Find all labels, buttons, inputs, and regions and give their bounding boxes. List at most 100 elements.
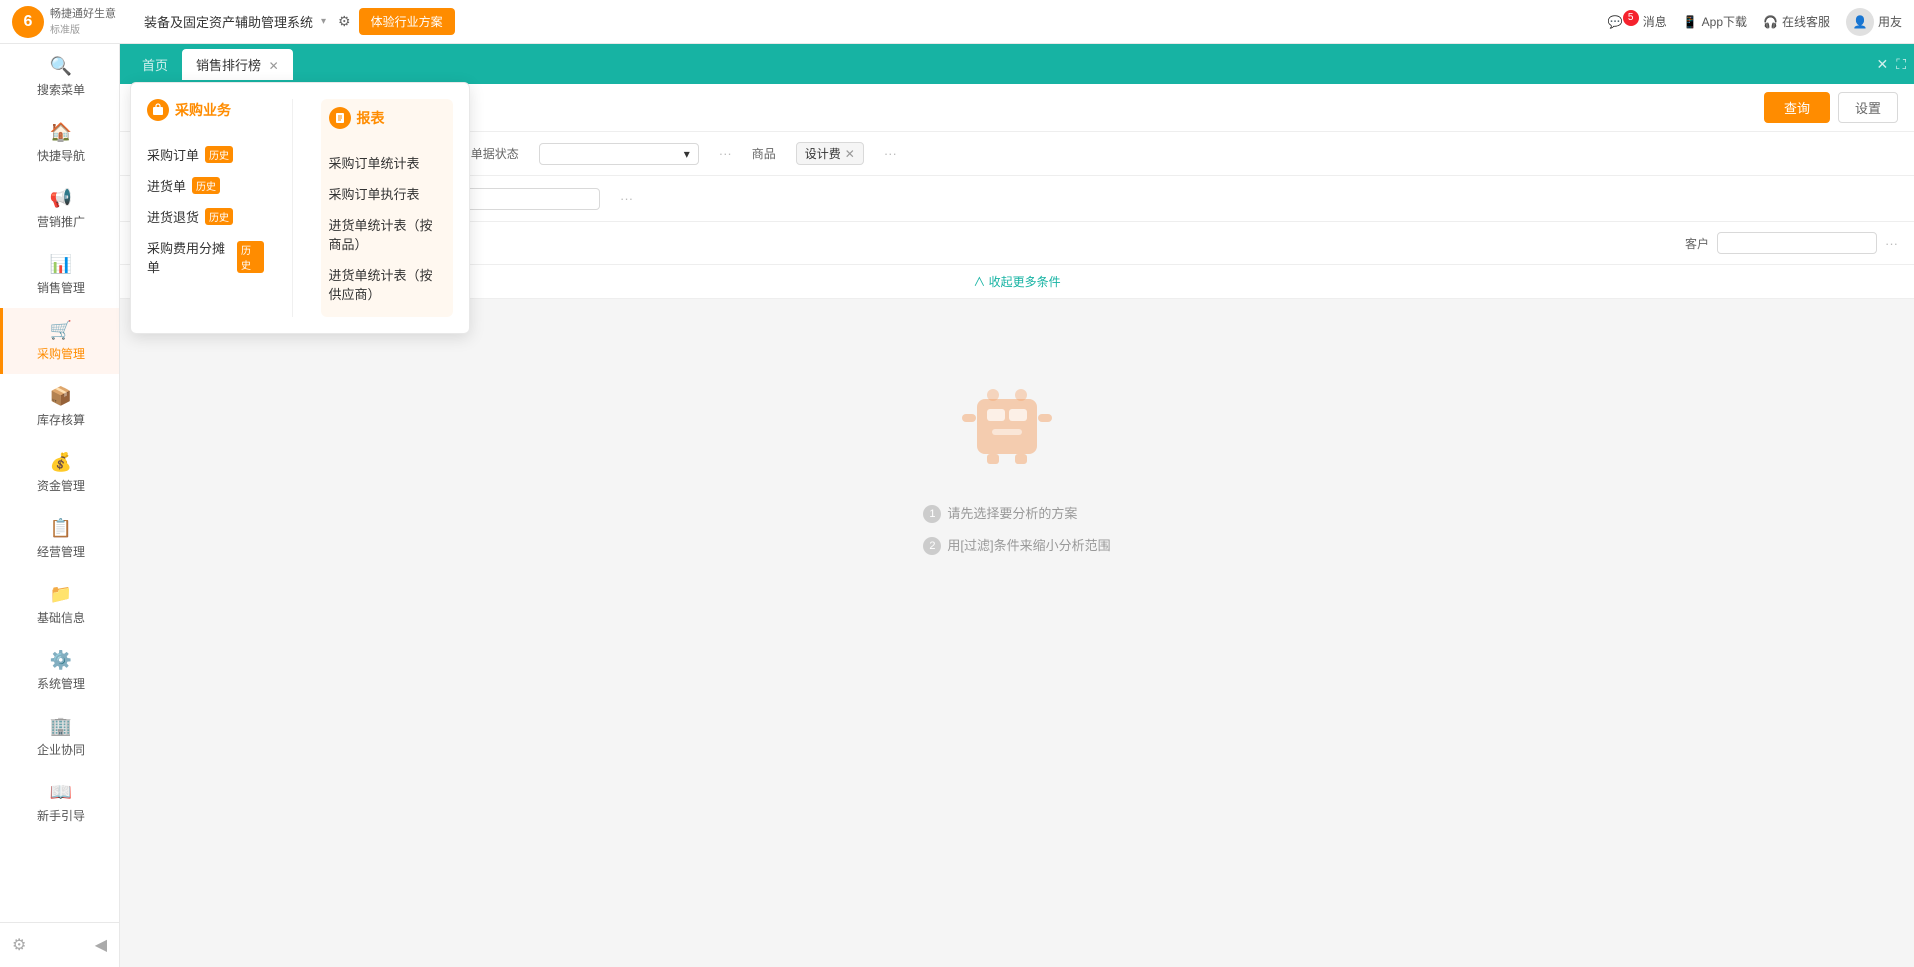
logo-sub: 标准版 (50, 21, 116, 36)
status-select[interactable]: ▾ (539, 143, 699, 165)
purchase-icon: 🛒 (50, 320, 72, 341)
sidebar-item-purchase[interactable]: 🛒 采购管理 (0, 308, 119, 374)
sidebar-label-basic: 基础信息 (37, 609, 85, 626)
menu-item-stock-in[interactable]: 进货单 历史 (147, 170, 264, 201)
sidebar-item-operation[interactable]: 📋 经营管理 (0, 506, 119, 572)
sidebar-label-inventory: 库存核算 (37, 411, 85, 428)
menu-item-stock-stat-supplier[interactable]: 进货单统计表（按供应商） (329, 259, 446, 309)
history-badge-0: 历史 (205, 146, 233, 163)
settings-bottom-icon[interactable]: ⚙ (12, 935, 26, 955)
history-badge-1: 历史 (192, 177, 220, 194)
menu-item-order-stat[interactable]: 采购订单统计表 (329, 147, 446, 178)
sidebar-label-quick-nav: 快捷导航 (37, 147, 85, 164)
sidebar-label-enterprise: 企业协同 (37, 741, 85, 758)
menu-item-return[interactable]: 进货退货 历史 (147, 201, 264, 232)
industry-button[interactable]: 体验行业方案 (359, 8, 455, 35)
enterprise-icon: 🏢 (50, 716, 72, 737)
goods-tag[interactable]: 设计费 ✕ (796, 142, 864, 165)
sidebar-item-search[interactable]: 🔍 搜索菜单 (0, 44, 119, 110)
step-1: 1 (923, 505, 941, 523)
query-button[interactable]: 查询 (1764, 92, 1830, 123)
stock-stat-supplier-label: 进货单统计表（按供应商） (329, 265, 446, 303)
history-badge-2: 历史 (205, 208, 233, 225)
settings-button[interactable]: 设置 (1838, 92, 1898, 123)
stock-in-label: 进货单 (147, 176, 186, 195)
purchase-dropdown-menu: 采购业务 采购订单 历史 进货单 历史 进货退货 历史 采购费用分摊单 历史 报… (130, 82, 470, 334)
home-icon: 🏠 (50, 122, 72, 143)
sidebar-label-guide: 新手引导 (37, 807, 85, 824)
empty-state: 1 请先选择要分析的方案 2 用[过滤]条件来缩小分析范围 (120, 299, 1914, 639)
customer-label: 客户 (1685, 235, 1709, 252)
empty-illustration (957, 379, 1077, 479)
user-action[interactable]: 👤 用友 (1846, 8, 1902, 36)
customer-input[interactable] (1717, 232, 1877, 254)
guide-icon: 📖 (50, 782, 72, 803)
system-dropdown-arrow[interactable]: ▾ (321, 16, 326, 27)
report-section-title: 报表 (329, 107, 446, 135)
tab-sales-rank[interactable]: 销售排行榜 ✕ (182, 49, 293, 80)
menu-item-fee[interactable]: 采购费用分摊单 历史 (147, 232, 264, 282)
inventory-icon: 📦 (50, 386, 72, 407)
basic-icon: 📁 (50, 584, 72, 605)
tab-close-icon[interactable]: ✕ (269, 59, 279, 73)
hint1: 请先选择要分析的方案 (947, 501, 1077, 527)
online-service-label: 在线客服 (1782, 13, 1830, 30)
maximize-icon[interactable]: ⛶ (1896, 56, 1906, 73)
purchase-section-icon (147, 99, 169, 121)
sidebar-item-quick-nav[interactable]: 🏠 快捷导航 (0, 110, 119, 176)
message-label: 消息 (1643, 13, 1667, 30)
collapse-label: 收起更多条件 (989, 275, 1061, 289)
menu-item-order-exec[interactable]: 采购订单执行表 (329, 178, 446, 209)
sidebar: 🔍 搜索菜单 🏠 快捷导航 📢 营销推广 📊 销售管理 🛒 采购管理 📦 库存核… (0, 44, 120, 967)
sidebar-bottom: ⚙ ◀ (0, 922, 119, 967)
purchase-menu-section: 采购业务 采购订单 历史 进货单 历史 进货退货 历史 采购费用分摊单 历史 (147, 99, 264, 317)
tab-home[interactable]: 首页 (128, 49, 182, 80)
sidebar-item-guide[interactable]: 📖 新手引导 (0, 770, 119, 836)
sidebar-item-system[interactable]: ⚙️ 系统管理 (0, 638, 119, 704)
system-name: 装备及固定资产辅助管理系统 (144, 12, 313, 31)
top-center: 装备及固定资产辅助管理系统 ▾ ⚙ 体验行业方案 (132, 8, 1608, 35)
goods-tag-close[interactable]: ✕ (845, 147, 855, 161)
goods-dots[interactable]: ··· (884, 146, 897, 161)
sidebar-label-system: 系统管理 (37, 675, 85, 692)
logo-icon: 6 (12, 6, 44, 38)
finance-icon: 💰 (50, 452, 72, 473)
menu-item-purchase-order[interactable]: 采购订单 历史 (147, 139, 264, 170)
sidebar-item-sales[interactable]: 📊 销售管理 (0, 242, 119, 308)
message-icon: 💬 (1608, 15, 1623, 29)
customer-dots[interactable]: ··· (1885, 236, 1898, 251)
message-badge: 5 (1623, 10, 1639, 26)
search-icon: 🔍 (50, 56, 72, 77)
menu-item-stock-stat-goods[interactable]: 进货单统计表（按商品） (329, 209, 446, 259)
status-dots[interactable]: ··· (719, 146, 732, 161)
report-section-icon (329, 107, 351, 129)
sidebar-label-finance: 资金管理 (37, 477, 85, 494)
user-label: 用友 (1878, 13, 1902, 30)
logo-area: 6 畅捷通好生意 标准版 (12, 6, 132, 38)
app-download-action[interactable]: 📱 App下载 (1683, 13, 1747, 30)
sidebar-label-search: 搜索菜单 (37, 81, 85, 98)
sidebar-item-finance[interactable]: 💰 资金管理 (0, 440, 119, 506)
collapse-sidebar-icon[interactable]: ◀ (95, 935, 107, 955)
salesperson-dots[interactable]: ··· (620, 191, 633, 206)
sidebar-item-basic[interactable]: 📁 基础信息 (0, 572, 119, 638)
sidebar-item-enterprise[interactable]: 🏢 企业协同 (0, 704, 119, 770)
sidebar-label-marketing: 营销推广 (37, 213, 85, 230)
message-action[interactable]: 💬 5 消息 (1608, 13, 1667, 30)
sidebar-label-sales: 销售管理 (37, 279, 85, 296)
online-service-action[interactable]: 🎧 在线客服 (1763, 13, 1830, 30)
return-label: 进货退货 (147, 207, 199, 226)
marketing-icon: 📢 (50, 188, 72, 209)
gear-icon[interactable]: ⚙ (338, 13, 351, 30)
purchase-section-title: 采购业务 (147, 99, 264, 127)
system-icon: ⚙️ (50, 650, 72, 671)
stock-stat-goods-label: 进货单统计表（按商品） (329, 215, 446, 253)
hint2: 用[过滤]条件来缩小分析范围 (947, 533, 1110, 559)
close-window-icon[interactable]: ✕ (1876, 56, 1888, 73)
menu-divider (292, 99, 293, 317)
top-bar: 6 畅捷通好生意 标准版 装备及固定资产辅助管理系统 ▾ ⚙ 体验行业方案 💬 … (0, 0, 1914, 44)
sidebar-item-inventory[interactable]: 📦 库存核算 (0, 374, 119, 440)
sidebar-item-marketing[interactable]: 📢 营销推广 (0, 176, 119, 242)
avatar: 👤 (1846, 8, 1874, 36)
collapse-icon: ∧ (973, 275, 985, 289)
